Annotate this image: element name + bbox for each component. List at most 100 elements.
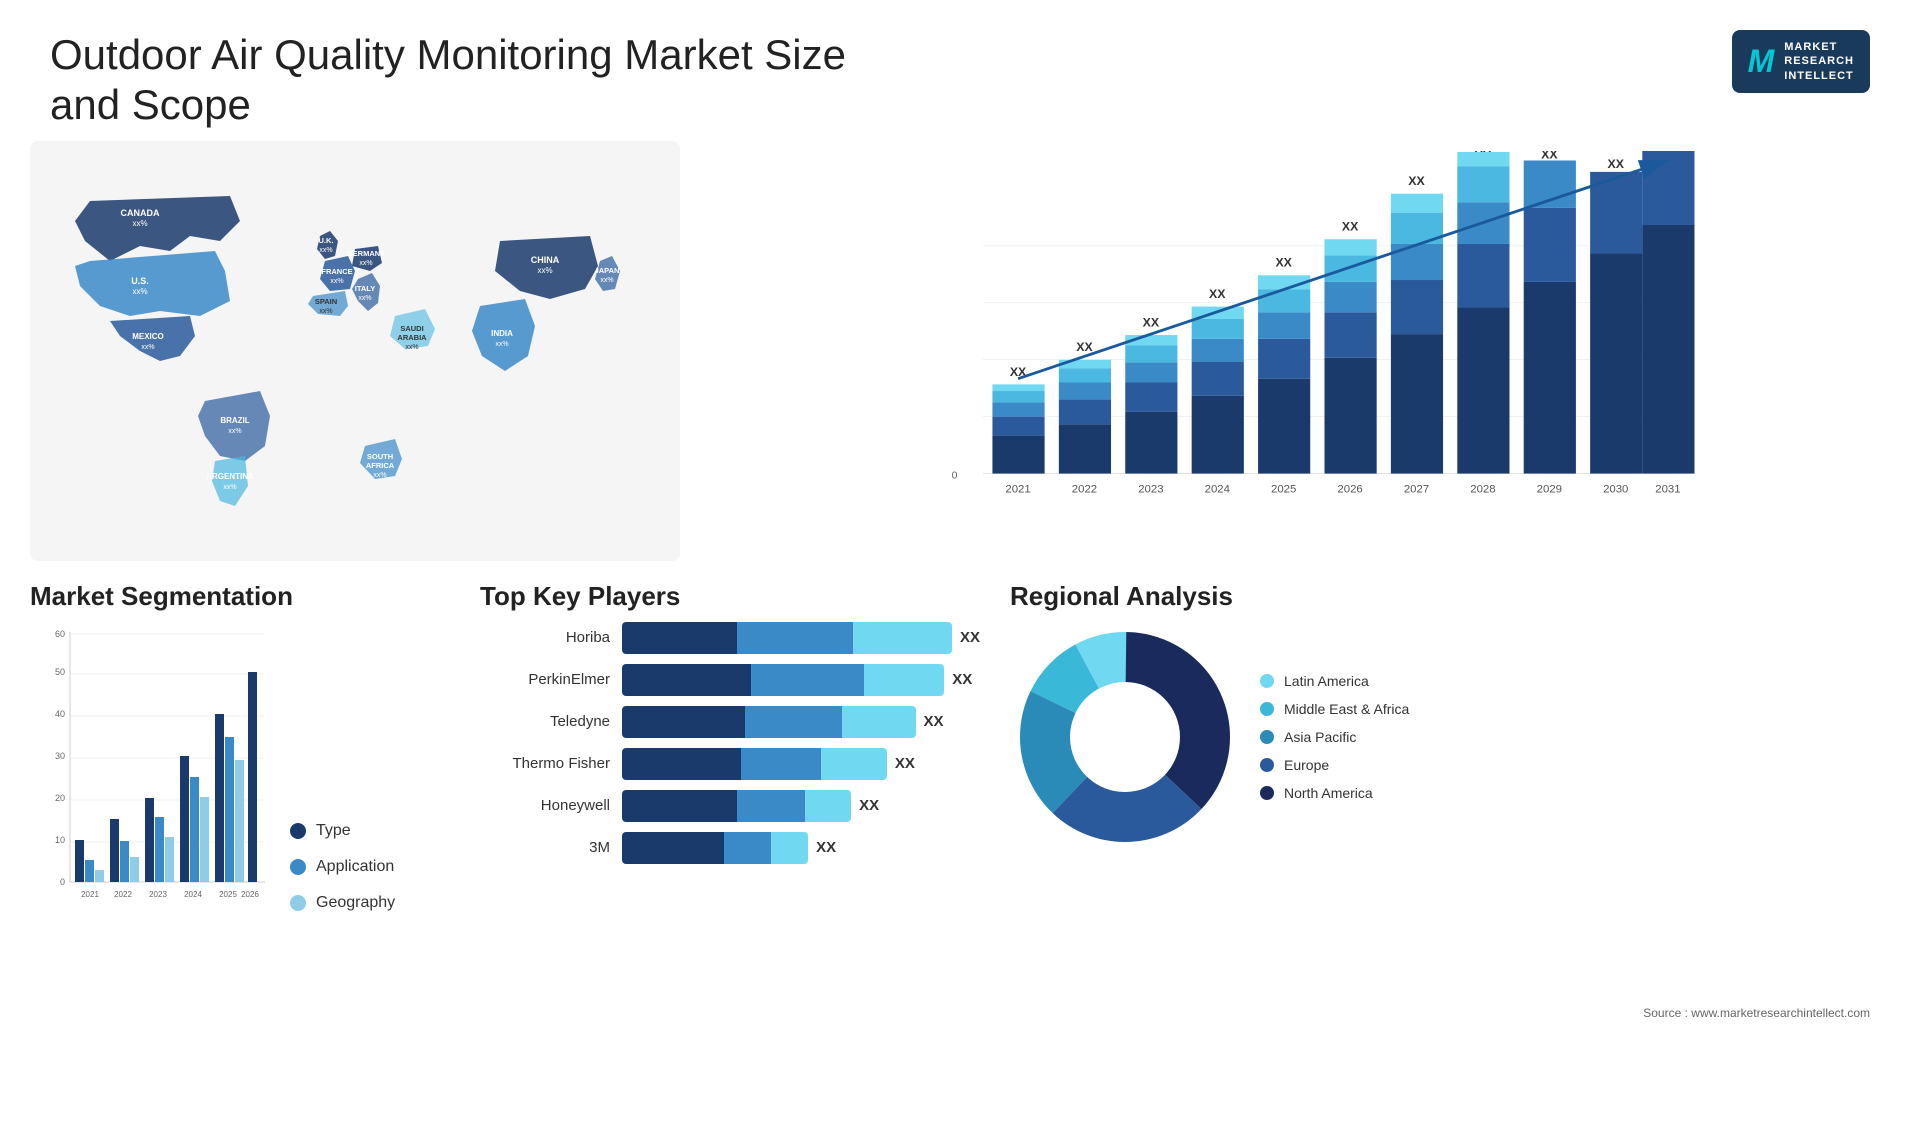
svg-text:CHINA: CHINA [531, 255, 560, 265]
top-content: CANADA xx% U.S. xx% MEXICO xx% BRAZIL xx… [0, 141, 1920, 561]
svg-text:2028: 2028 [1470, 483, 1495, 495]
player-row-horiba: Horiba XX [480, 622, 980, 654]
reg-label-middle-east: Middle East & Africa [1284, 701, 1409, 717]
svg-text:XX: XX [1475, 151, 1492, 155]
svg-text:2022: 2022 [1072, 483, 1097, 495]
svg-text:GERMANY: GERMANY [347, 249, 385, 258]
svg-text:XX: XX [1076, 340, 1093, 354]
player-bar-perkinelmer: XX [622, 664, 980, 696]
legend-label-type: Type [316, 822, 351, 840]
reg-legend-asia-pacific: Asia Pacific [1260, 729, 1409, 745]
player-name-honeywell: Honeywell [480, 797, 610, 814]
source-text: Source : www.marketresearchintellect.com [0, 1001, 1920, 1025]
svg-text:2025: 2025 [1271, 483, 1296, 495]
svg-text:xx%: xx% [141, 344, 154, 351]
player-bar-horiba: XX [622, 622, 980, 654]
bar-seg-2 [745, 706, 842, 738]
logo-box: M MARKETRESEARCHINTELLECT [1732, 30, 1870, 93]
segmentation-title: Market Segmentation [30, 581, 450, 612]
player-row-thermofisher: Thermo Fisher XX [480, 748, 980, 780]
logo-letter: M [1748, 43, 1775, 80]
svg-text:2026: 2026 [1337, 483, 1362, 495]
legend-geography: Geography [290, 894, 395, 912]
svg-text:xx%: xx% [223, 484, 236, 491]
svg-text:XX: XX [1342, 219, 1359, 233]
svg-text:xx%: xx% [319, 247, 332, 254]
svg-text:20: 20 [55, 793, 65, 803]
player-value-thermofisher: XX [895, 755, 915, 772]
svg-text:FRANCE: FRANCE [321, 267, 352, 276]
svg-text:XX: XX [1209, 287, 1226, 301]
player-bar-bg-teledyne [622, 706, 916, 738]
player-bar-bg-perkinelmer [622, 664, 944, 696]
svg-text:xx%: xx% [537, 266, 552, 275]
header: Outdoor Air Quality Monitoring Market Si… [0, 0, 1920, 141]
legend-application: Application [290, 858, 395, 876]
reg-legend-middle-east: Middle East & Africa [1260, 701, 1409, 717]
svg-text:2027: 2027 [1404, 483, 1429, 495]
reg-dot-north-america [1260, 786, 1274, 800]
svg-text:2024: 2024 [1205, 483, 1230, 495]
svg-text:xx%: xx% [600, 277, 613, 284]
bar-seg-3 [805, 790, 851, 822]
svg-text:xx%: xx% [373, 472, 386, 479]
svg-text:2030: 2030 [1603, 483, 1628, 495]
svg-text:xx%: xx% [132, 287, 147, 296]
legend-dot-type [290, 823, 306, 839]
player-bar-honeywell: XX [622, 790, 980, 822]
seg-chart-wrap: 0 10 20 30 40 50 60 2021 [30, 622, 450, 922]
seg-legend: Type Application Geography [290, 622, 395, 912]
player-bar-thermofisher: XX [622, 748, 980, 780]
world-map-area: CANADA xx% U.S. xx% MEXICO xx% BRAZIL xx… [30, 141, 680, 561]
reg-dot-asia-pacific [1260, 730, 1274, 744]
bar-seg-3 [771, 832, 808, 864]
players-list: Horiba XX PerkinElmer [480, 622, 980, 864]
player-value-horiba: XX [960, 629, 980, 646]
svg-text:2023: 2023 [149, 890, 167, 899]
player-value-perkinelmer: XX [952, 671, 972, 688]
reg-label-europe: Europe [1284, 757, 1329, 773]
player-row-honeywell: Honeywell XX [480, 790, 980, 822]
world-map-svg: CANADA xx% U.S. xx% MEXICO xx% BRAZIL xx… [30, 141, 680, 561]
svg-text:2031: 2031 [1655, 483, 1680, 495]
svg-text:SOUTH: SOUTH [367, 452, 393, 461]
legend-type: Type [290, 822, 395, 840]
segmentation-chart-svg: 0 10 20 30 40 50 60 2021 [30, 622, 270, 922]
legend-dot-geography [290, 895, 306, 911]
svg-text:INDIA: INDIA [491, 329, 513, 338]
svg-text:CANADA: CANADA [121, 208, 160, 218]
svg-text:xx%: xx% [359, 260, 372, 267]
bar-chart-area: 0 XX 2021 XX 2022 [700, 141, 1890, 561]
legend-label-geography: Geography [316, 894, 395, 912]
bar-seg-3 [864, 664, 945, 696]
player-bar-bg-thermofisher [622, 748, 887, 780]
bar-seg-3 [842, 706, 915, 738]
player-value-honeywell: XX [859, 797, 879, 814]
svg-text:2029: 2029 [1537, 483, 1562, 495]
svg-text:U.S.: U.S. [131, 276, 149, 286]
svg-text:xx%: xx% [228, 428, 241, 435]
svg-text:0: 0 [952, 470, 958, 481]
reg-label-latin-america: Latin America [1284, 673, 1369, 689]
svg-text:60: 60 [55, 629, 65, 639]
svg-text:xx%: xx% [319, 308, 332, 315]
reg-legend-europe: Europe [1260, 757, 1409, 773]
bar-seg-1 [622, 706, 745, 738]
svg-text:AFRICA: AFRICA [366, 461, 395, 470]
svg-text:xx%: xx% [358, 295, 371, 302]
player-row-perkinelmer: PerkinElmer XX [480, 664, 980, 696]
player-name-teledyne: Teledyne [480, 713, 610, 730]
player-bar-bg-honeywell [622, 790, 851, 822]
reg-dot-latin-america [1260, 674, 1274, 688]
player-bar-teledyne: XX [622, 706, 980, 738]
bar-seg-3 [853, 622, 952, 654]
player-row-3m: 3M XX [480, 832, 980, 864]
svg-text:xx%: xx% [132, 219, 147, 228]
page-title: Outdoor Air Quality Monitoring Market Si… [50, 30, 850, 131]
reg-label-asia-pacific: Asia Pacific [1284, 729, 1356, 745]
player-bar-3m: XX [622, 832, 980, 864]
svg-text:xx%: xx% [495, 341, 508, 348]
key-players-title: Top Key Players [480, 581, 980, 612]
bar-seg-2 [724, 832, 771, 864]
svg-text:MEXICO: MEXICO [132, 332, 164, 341]
